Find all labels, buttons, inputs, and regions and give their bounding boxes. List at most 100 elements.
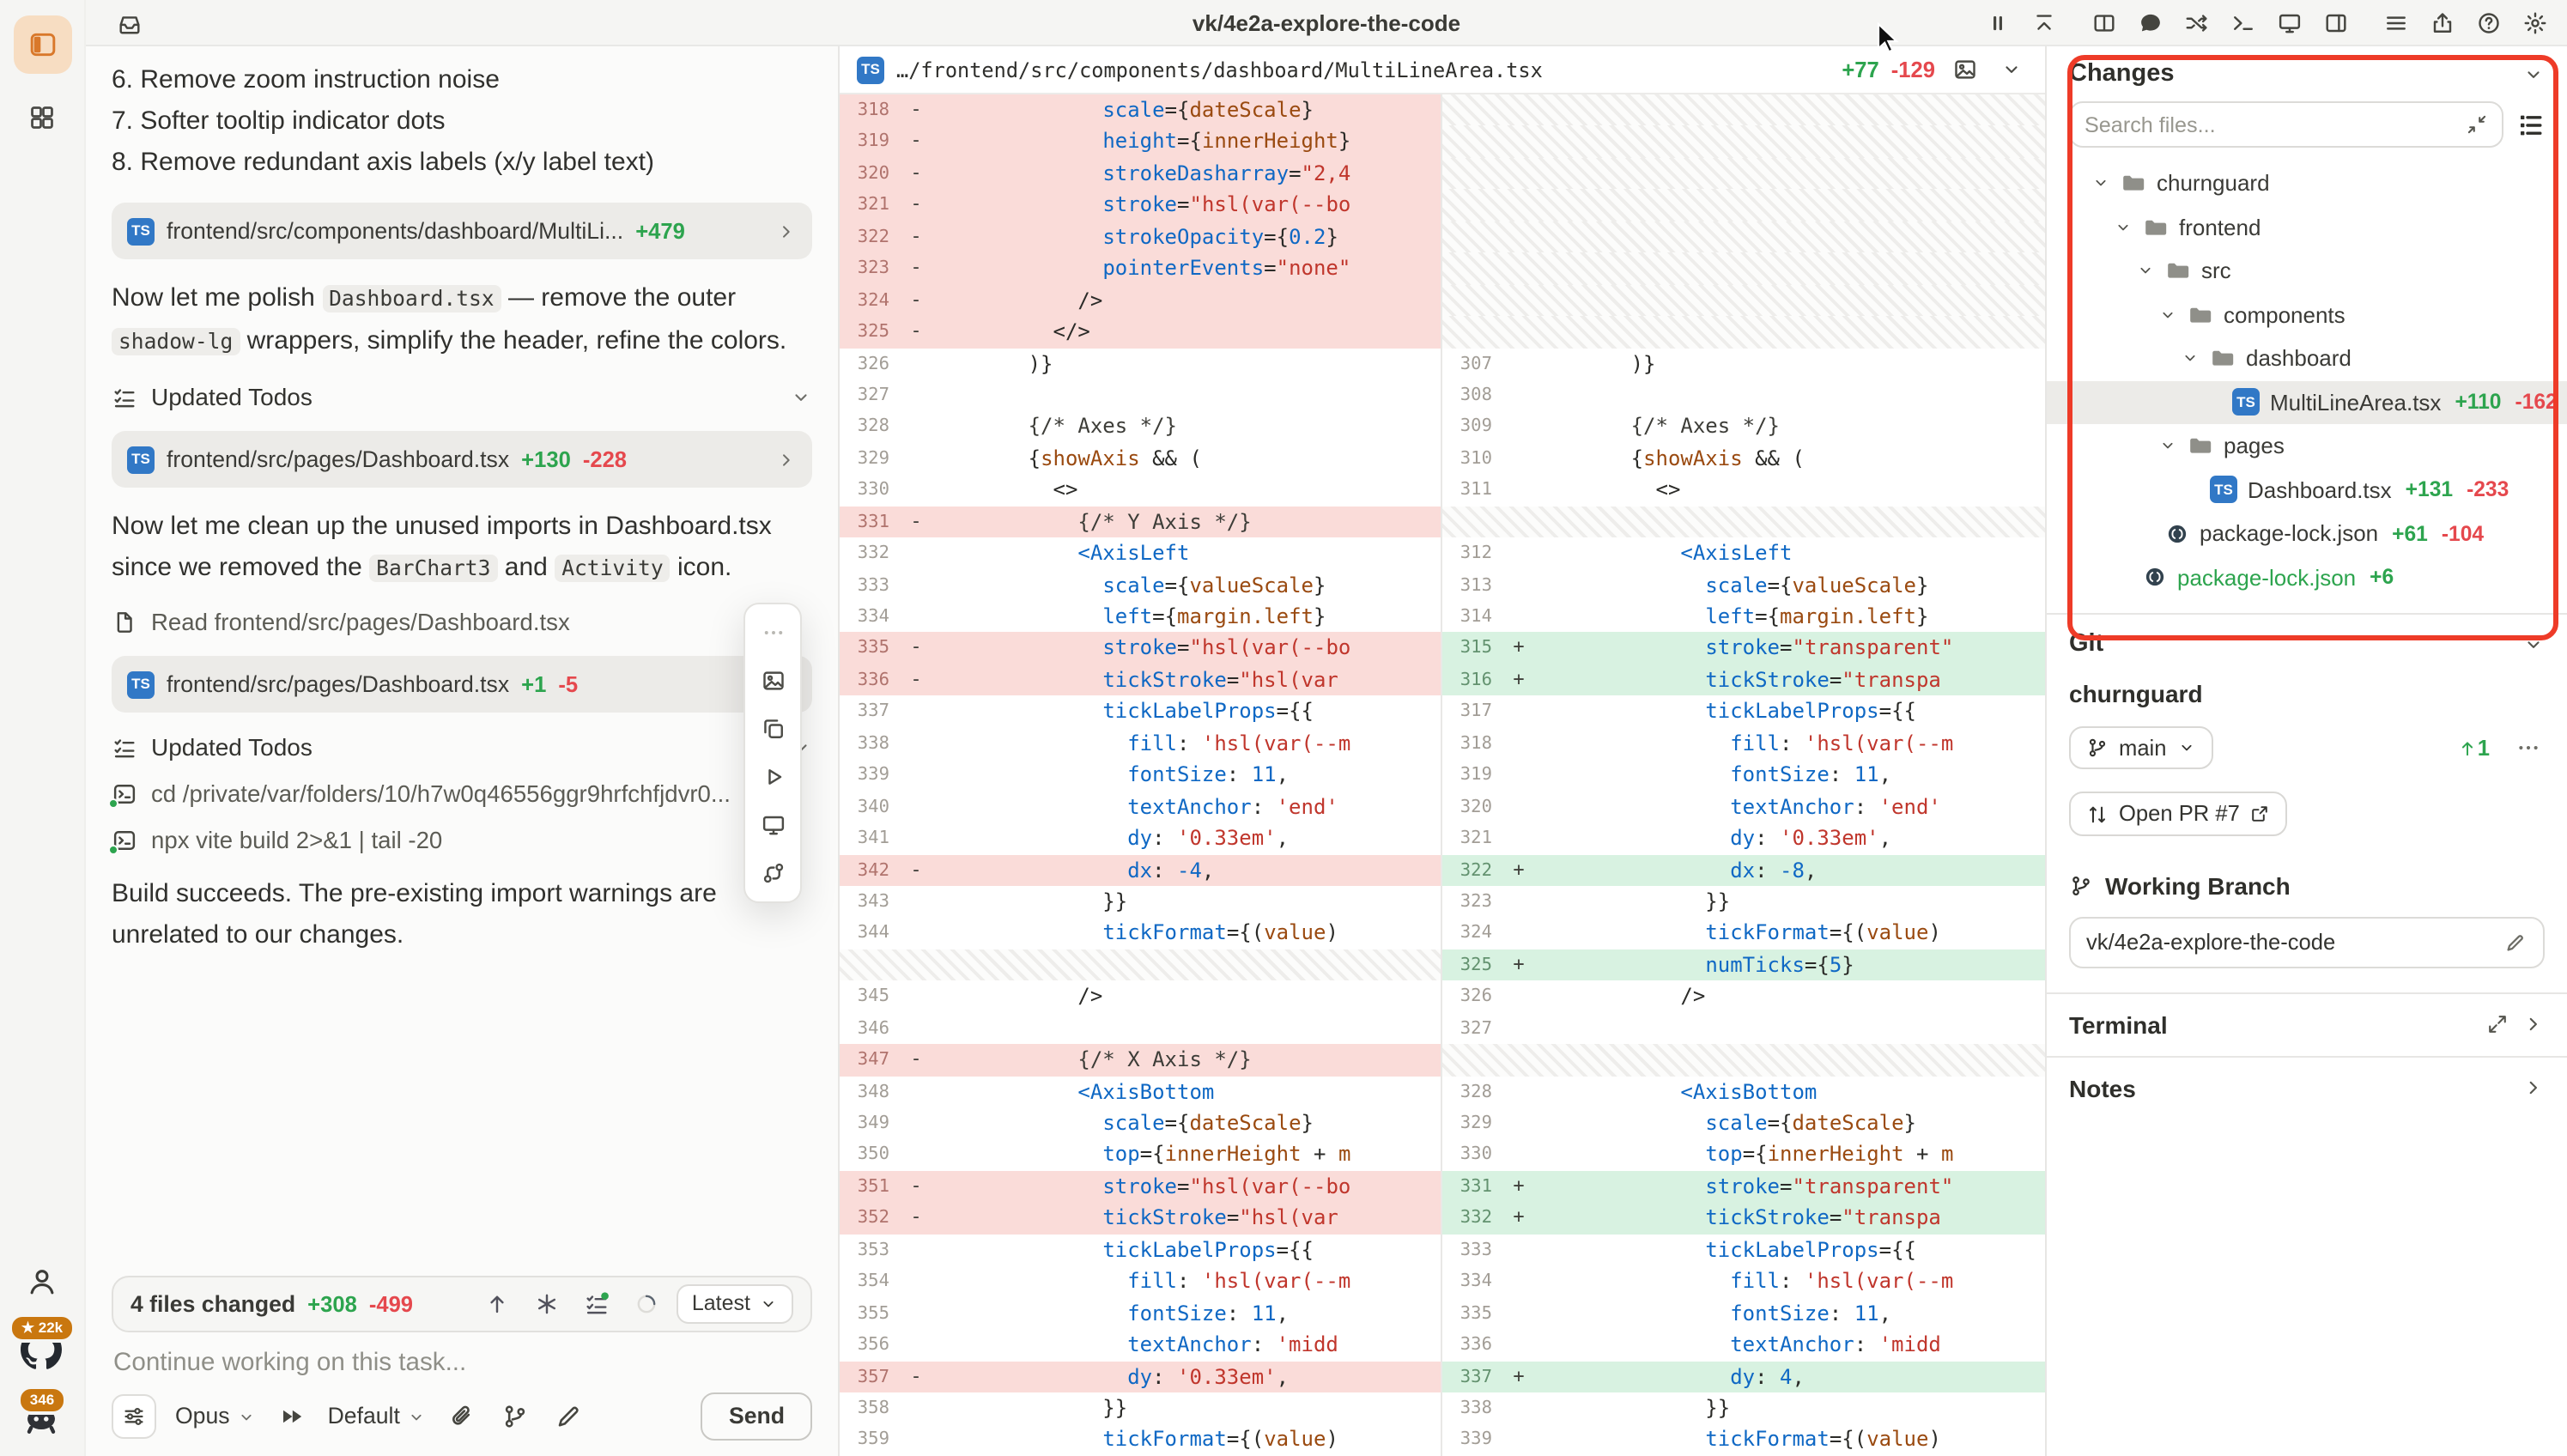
checklist-button[interactable]	[580, 1287, 615, 1321]
working-branch-box[interactable]: vk/4e2a-explore-the-code	[2069, 916, 2545, 968]
git-header[interactable]: Git	[2069, 630, 2545, 658]
expand-icon[interactable]	[2486, 1013, 2509, 1035]
compare-button[interactable]	[749, 850, 796, 896]
grid-view-button[interactable]	[27, 103, 57, 132]
tree-folder-frontend[interactable]: frontend	[2047, 205, 2567, 249]
terminal-section-header[interactable]: Terminal	[2047, 992, 2567, 1055]
pause-button[interactable]	[1978, 3, 2016, 41]
compare-icon	[760, 860, 786, 886]
tools-button[interactable]	[112, 1394, 156, 1439]
branch-select[interactable]: main	[2069, 726, 2213, 770]
tree-folder-components[interactable]: components	[2047, 293, 2567, 337]
discord-link[interactable]: 346	[18, 1386, 66, 1439]
chevron-down-icon[interactable]	[2522, 633, 2545, 655]
code-line: tickFormat={(value)	[1532, 918, 2045, 949]
document-icon	[112, 610, 137, 635]
file-label: frontend	[2179, 215, 2261, 240]
account-button[interactable]	[26, 1265, 58, 1297]
panel-right-button[interactable]	[2316, 3, 2354, 41]
file-change-chip[interactable]: TSfrontend/src/pages/Dashboard.tsx+130-2…	[112, 431, 812, 488]
shuffle-button[interactable]	[2177, 3, 2215, 41]
version-select[interactable]: Latest	[677, 1284, 793, 1324]
monitor-button[interactable]	[2270, 3, 2308, 41]
tool-row[interactable]: Read frontend/src/pages/Dashboard.tsx	[112, 610, 812, 635]
open-pr-button[interactable]: Open PR #7	[2069, 792, 2288, 836]
settings-button[interactable]	[2515, 3, 2553, 41]
checklist-dot-icon	[585, 1291, 610, 1317]
columns-button[interactable]	[2085, 3, 2122, 41]
spinner-button[interactable]	[630, 1287, 665, 1321]
changes-header[interactable]: Changes	[2047, 46, 2567, 98]
chevron-down-icon[interactable]	[2522, 63, 2545, 85]
terminal-button[interactable]	[2224, 3, 2261, 41]
edit-branch-button[interactable]	[2503, 930, 2528, 954]
todos-row[interactable]: Updated Todos	[112, 733, 812, 761]
old-code-cell: 346	[840, 1012, 1442, 1044]
chat-button[interactable]	[2131, 3, 2169, 41]
monitor-button[interactable]	[749, 802, 796, 848]
send-button[interactable]: Send	[701, 1392, 812, 1441]
chevron-right-icon[interactable]	[2522, 1013, 2545, 1035]
up-arrow-button[interactable]	[481, 1287, 515, 1321]
diff-collapse-button[interactable]	[1994, 52, 2028, 87]
help-button[interactable]	[2469, 3, 2507, 41]
search-row	[2047, 98, 2567, 161]
github-stars-badge: ★ 22k	[9, 1313, 75, 1342]
code-line: tickStroke="hsl(var	[929, 664, 1441, 696]
folder-icon	[2143, 215, 2169, 240]
tree-file-Dashboard.tsx[interactable]: TSDashboard.tsx+131-233	[2047, 468, 2567, 512]
dots-button[interactable]	[749, 610, 796, 656]
code-line: tickFormat={(value)	[929, 918, 1441, 949]
mode-select[interactable]: Default	[328, 1403, 426, 1430]
tray-button[interactable]	[110, 3, 148, 41]
edit-button[interactable]	[551, 1399, 586, 1434]
image-button[interactable]	[749, 658, 796, 704]
removed-count: -233	[2467, 478, 2509, 502]
play-button[interactable]	[749, 754, 796, 800]
github-link[interactable]: ★ 22k	[9, 1313, 75, 1369]
checklist-icon	[112, 384, 137, 410]
paperclip-icon	[448, 1403, 476, 1430]
chat-panel: 6. Remove zoom instruction noise7. Softe…	[86, 46, 838, 1456]
tree-folder-src[interactable]: src	[2047, 249, 2567, 293]
chevron-right-icon[interactable]	[2522, 1077, 2545, 1099]
tree-file-package-lock.json[interactable]: package-lock.json+61-104	[2047, 512, 2567, 555]
attach-button[interactable]	[445, 1399, 479, 1434]
tool-label: npx vite build 2>&1 | tail -20	[151, 828, 442, 853]
branch-button[interactable]	[498, 1399, 532, 1434]
tool-row[interactable]: npx vite build 2>&1 | tail -20	[112, 828, 812, 853]
tree-file-package-lock.json[interactable]: package-lock.json+6	[2047, 555, 2567, 599]
code-line: }}	[929, 1392, 1441, 1424]
tree-view-button[interactable]	[2517, 111, 2545, 138]
collapse-button[interactable]	[2024, 3, 2062, 41]
new-code-cell: 329 scale={dateScale}	[1442, 1107, 2045, 1139]
git-more-button[interactable]	[2510, 731, 2545, 765]
skip-button[interactable]	[275, 1399, 309, 1434]
copy-button[interactable]	[749, 706, 796, 752]
share-button[interactable]	[2423, 3, 2461, 41]
collapse-icon[interactable]	[2466, 113, 2488, 136]
diff-sign	[903, 443, 929, 475]
model-select[interactable]: Opus	[175, 1403, 256, 1430]
tool-row[interactable]: cd /private/var/folders/10/h7w0q46556ggr…	[112, 781, 812, 807]
tree-folder-dashboard[interactable]: dashboard	[2047, 337, 2567, 380]
notes-section-header[interactable]: Notes	[2047, 1055, 2567, 1119]
line-number: 347	[840, 1044, 903, 1076]
todos-row[interactable]: Updated Todos	[112, 383, 812, 410]
tree-folder-churnguard[interactable]: churnguard	[2047, 161, 2567, 205]
diff-row: 340 textAnchor: 'end'320 textAnchor: 'en…	[840, 791, 2045, 822]
workspace-icon[interactable]	[13, 15, 71, 74]
search-input[interactable]	[2085, 112, 2455, 136]
up-arrow-icon	[485, 1291, 511, 1317]
todo-item: 7. Softer tooltip indicator dots	[112, 101, 812, 143]
diff-view-button[interactable]	[1947, 52, 1981, 87]
file-change-chip[interactable]: TSfrontend/src/pages/Dashboard.tsx+1-5	[112, 656, 812, 713]
code-line: top={innerHeight + m	[929, 1139, 1441, 1171]
tree-file-MultiLineArea.tsx[interactable]: TSMultiLineArea.tsx+110-162	[2047, 380, 2567, 424]
tree-folder-pages[interactable]: pages	[2047, 424, 2567, 468]
help-icon	[2475, 9, 2501, 35]
task-input[interactable]	[112, 1350, 812, 1377]
file-change-chip[interactable]: TSfrontend/src/components/dashboard/Mult…	[112, 203, 812, 259]
spark-button[interactable]	[531, 1287, 565, 1321]
menu-button[interactable]	[2376, 3, 2414, 41]
